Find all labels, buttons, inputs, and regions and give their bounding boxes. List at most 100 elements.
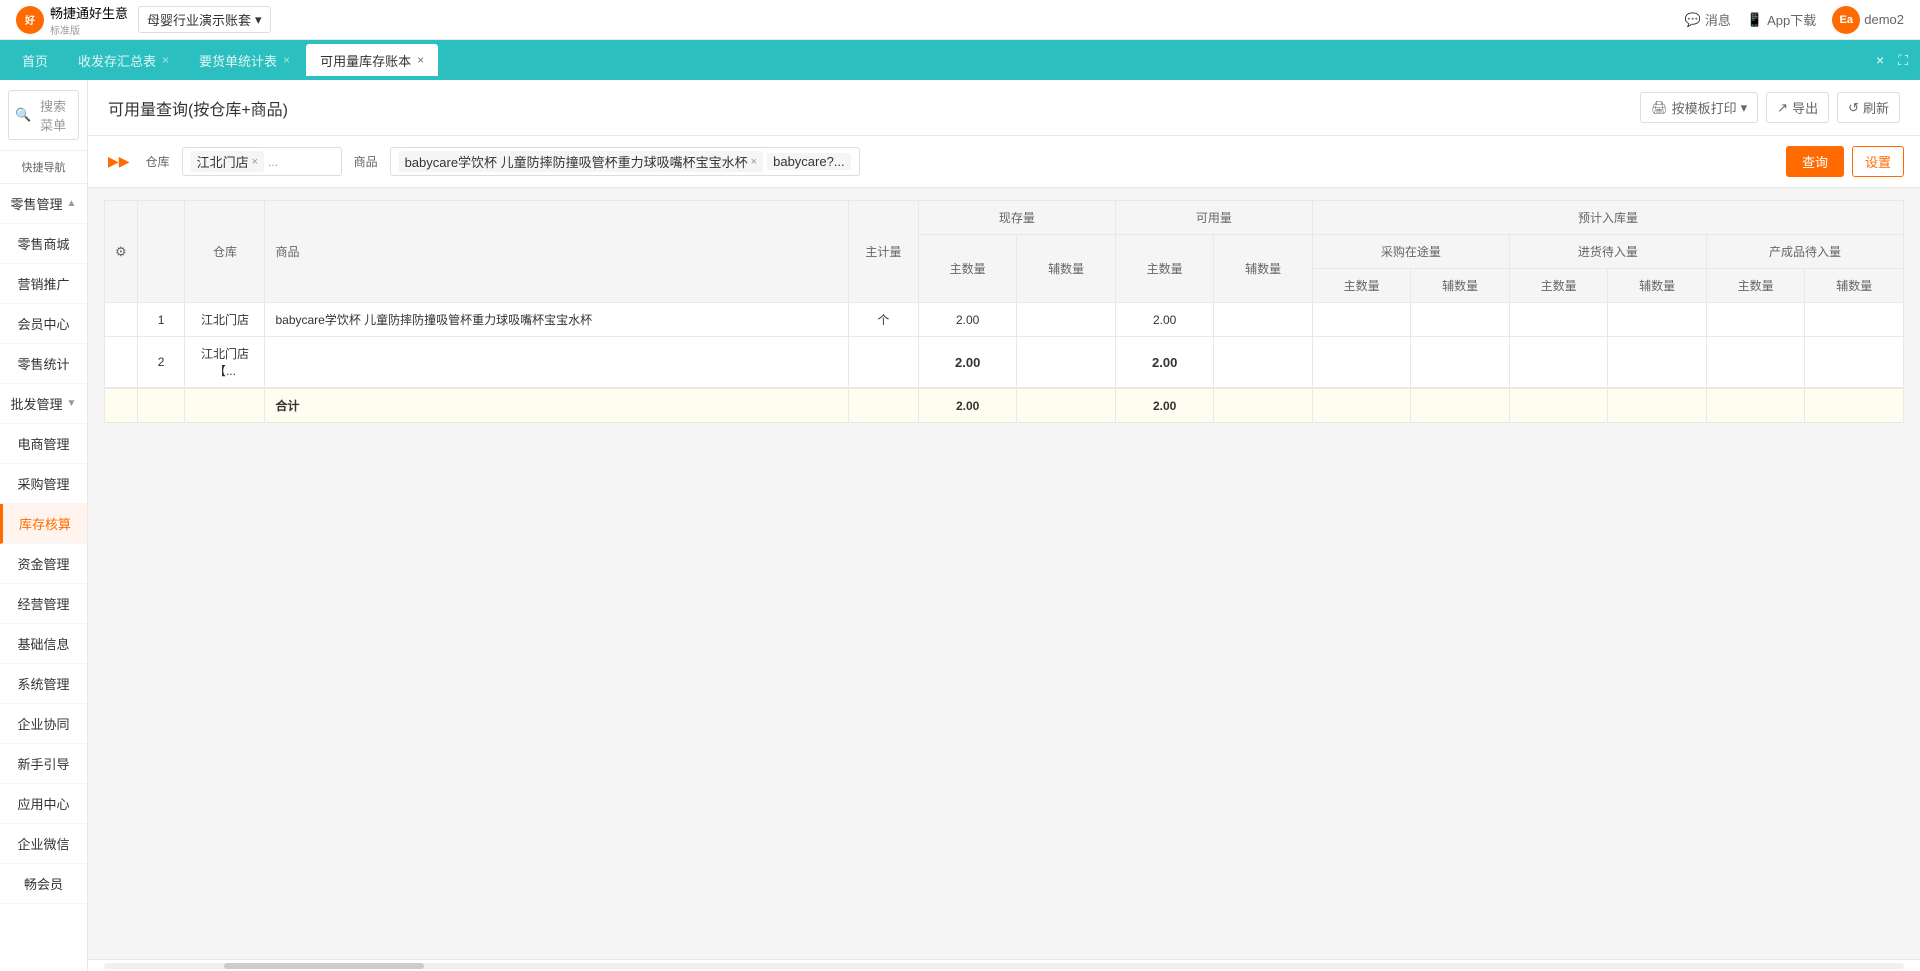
- sidebar-item-finance-mgmt[interactable]: 资金管理: [0, 544, 87, 584]
- th-available: 可用量: [1115, 201, 1312, 235]
- td-product-2: [265, 337, 848, 389]
- sidebar-item-new-guide[interactable]: 新手引导: [0, 744, 87, 784]
- th-current-stock: 现存量: [918, 201, 1115, 235]
- print-icon: 🖨: [1651, 100, 1668, 116]
- tab-home[interactable]: 首页: [8, 44, 62, 76]
- td-footer-incoming-main: [1509, 388, 1608, 423]
- industry-selector[interactable]: 母婴行业演示账套 ▾: [138, 6, 271, 33]
- td-footer-current-main: 2.00: [918, 388, 1017, 423]
- warehouse-more-dots[interactable]: ...: [268, 155, 278, 169]
- scroll-track[interactable]: [104, 963, 1904, 969]
- warehouse-tag-remove[interactable]: ×: [252, 156, 258, 168]
- td-incoming-main-2: [1509, 337, 1608, 389]
- sidebar-item-retail-mall[interactable]: 零售商城: [0, 224, 87, 264]
- logo-area: 好 畅捷通好生意 标准版: [16, 3, 128, 37]
- sidebar-item-retail-stat[interactable]: 零售统计: [0, 344, 87, 384]
- tabnav-actions: × ⛶: [1872, 48, 1912, 73]
- tab-recv-pay[interactable]: 收发存汇总表 ×: [64, 44, 183, 76]
- scroll-thumb[interactable]: [224, 963, 424, 969]
- sidebar-item-basic-info[interactable]: 基础信息: [0, 624, 87, 664]
- product-tag-2: babycare?...: [767, 153, 851, 170]
- print-template-btn[interactable]: 🖨 按模板打印 ▾: [1640, 92, 1758, 123]
- td-product-main-1: [1706, 303, 1805, 337]
- td-footer-purchase-main: [1312, 388, 1411, 423]
- tabnav-fullscreen-icon[interactable]: ⛶: [1894, 48, 1912, 73]
- message-btn[interactable]: 💬 消息: [1685, 10, 1731, 29]
- tab-order-stat-close[interactable]: ×: [283, 53, 290, 67]
- th-product-pending: 产成品待入量: [1706, 235, 1903, 269]
- td-footer-num: [137, 388, 185, 423]
- settings-btn[interactable]: 设置: [1852, 146, 1904, 177]
- sidebar-item-biz-mgmt[interactable]: 经营管理: [0, 584, 87, 624]
- page-header: 可用量查询(按仓库+商品) 🖨 按模板打印 ▾ ↗ 导出 ↺ 刷新: [88, 80, 1920, 136]
- sidebar-item-vip-member[interactable]: 畅会员: [0, 864, 87, 904]
- td-settings-2[interactable]: [105, 337, 138, 389]
- td-footer-settings: [105, 388, 138, 423]
- product-tag-1: babycare学饮杯 儿童防摔防撞吸管杯重力球吸嘴杯宝宝水杯 ×: [399, 151, 764, 172]
- td-row-num-2: 2: [137, 337, 185, 389]
- export-btn[interactable]: ↗ 导出: [1766, 92, 1829, 123]
- query-btn[interactable]: 查询: [1786, 146, 1844, 177]
- app-download-btn[interactable]: 📱 App下载: [1747, 10, 1816, 29]
- sidebar-nav-btn[interactable]: 快捷导航: [0, 151, 87, 184]
- product-tag-1-remove[interactable]: ×: [751, 156, 757, 168]
- product-filter-label: 商品: [354, 153, 378, 170]
- filter-expand-btn[interactable]: ▶▶: [104, 149, 134, 174]
- tabnav-close-icon[interactable]: ×: [1872, 48, 1888, 73]
- product-filter-input[interactable]: babycare学饮杯 儿童防摔防撞吸管杯重力球吸嘴杯宝宝水杯 × babyca…: [390, 147, 860, 176]
- sidebar-item-sys-mgmt[interactable]: 系统管理: [0, 664, 87, 704]
- table-row: 1 江北门店 babycare学饮杯 儿童防摔防撞吸管杯重力球吸嘴杯宝宝水杯 个…: [105, 303, 1904, 337]
- chevron-down-icon: ▾: [1741, 100, 1748, 116]
- tab-available-stock[interactable]: 可用量库存账本 ×: [306, 44, 438, 76]
- td-product-main-2: [1706, 337, 1805, 389]
- search-menu-btn[interactable]: 🔍 搜索菜单: [8, 90, 79, 140]
- td-settings-1[interactable]: [105, 303, 138, 337]
- refresh-btn[interactable]: ↺ 刷新: [1837, 92, 1900, 123]
- export-icon: ↗: [1777, 100, 1788, 116]
- sidebar-item-inventory-mgmt[interactable]: 库存核算: [0, 504, 87, 544]
- sidebar-item-corp-wechat[interactable]: 企业微信: [0, 824, 87, 864]
- sidebar-item-ecom-mgmt[interactable]: 电商管理: [0, 424, 87, 464]
- tab-available-stock-close[interactable]: ×: [417, 53, 424, 67]
- username: demo2: [1864, 12, 1904, 27]
- th-settings[interactable]: ⚙: [105, 201, 138, 303]
- page-actions: 🖨 按模板打印 ▾ ↗ 导出 ↺ 刷新: [1640, 92, 1900, 123]
- td-product-1: babycare学饮杯 儿童防摔防撞吸管杯重力球吸嘴杯宝宝水杯: [265, 303, 848, 337]
- td-incoming-aux-2: [1608, 337, 1707, 389]
- th-current-main: 主数量: [918, 235, 1017, 303]
- topbar: 好 畅捷通好生意 标准版 母婴行业演示账套 ▾ 💬 消息 📱 App下载 Ea …: [0, 0, 1920, 40]
- table-row: 2 江北门店【... 2.00 2.00: [105, 337, 1904, 389]
- th-incoming-aux: 辅数量: [1608, 269, 1707, 303]
- th-planned-inbound: 预计入库量: [1312, 201, 1903, 235]
- warehouse-filter-label: 仓库: [146, 153, 170, 170]
- tab-recv-pay-close[interactable]: ×: [162, 53, 169, 67]
- td-current-main-1: 2.00: [918, 303, 1017, 337]
- sidebar-item-retail-mgmt[interactable]: 零售管理 ▲: [0, 184, 87, 224]
- td-footer-label: 合计: [265, 388, 848, 423]
- sidebar-item-purchase-mgmt[interactable]: 采购管理: [0, 464, 87, 504]
- table-header-row-1: ⚙ 仓库 商品 主计量 现存量 可用量 预计入库量: [105, 201, 1904, 235]
- td-footer-current-aux: [1017, 388, 1116, 423]
- td-footer-product-aux: [1805, 388, 1904, 423]
- content-area: 可用量查询(按仓库+商品) 🖨 按模板打印 ▾ ↗ 导出 ↺ 刷新 ▶▶: [88, 80, 1920, 971]
- td-purchase-aux-2: [1411, 337, 1510, 389]
- settings-gear-icon[interactable]: ⚙: [115, 244, 127, 259]
- td-avail-main-1: 2.00: [1115, 303, 1214, 337]
- filter-bar: ▶▶ 仓库 江北门店 × ... 商品 babycare学饮杯 儿童防摔防撞吸管…: [88, 136, 1920, 188]
- sidebar-item-corp-collab[interactable]: 企业协同: [0, 704, 87, 744]
- filter-actions: 查询 设置: [1786, 146, 1904, 177]
- table-scroll-bar[interactable]: [88, 959, 1920, 971]
- sidebar-item-marketing[interactable]: 营销推广: [0, 264, 87, 304]
- tab-order-stat[interactable]: 要货单统计表 ×: [185, 44, 304, 76]
- app-icon: 📱: [1747, 12, 1763, 28]
- warehouse-filter-input[interactable]: 江北门店 × ...: [182, 147, 342, 176]
- sidebar-item-member[interactable]: 会员中心: [0, 304, 87, 344]
- td-incoming-aux-1: [1608, 303, 1707, 337]
- sidebar-item-app-center[interactable]: 应用中心: [0, 784, 87, 824]
- th-incoming-main: 主数量: [1509, 269, 1608, 303]
- user-area[interactable]: Ea demo2: [1832, 6, 1904, 34]
- th-warehouse: 仓库: [185, 201, 265, 303]
- chevron-down-icon: ▾: [255, 12, 262, 28]
- td-footer-warehouse: [185, 388, 265, 423]
- sidebar-item-wholesale-mgmt[interactable]: 批发管理 ▼: [0, 384, 87, 424]
